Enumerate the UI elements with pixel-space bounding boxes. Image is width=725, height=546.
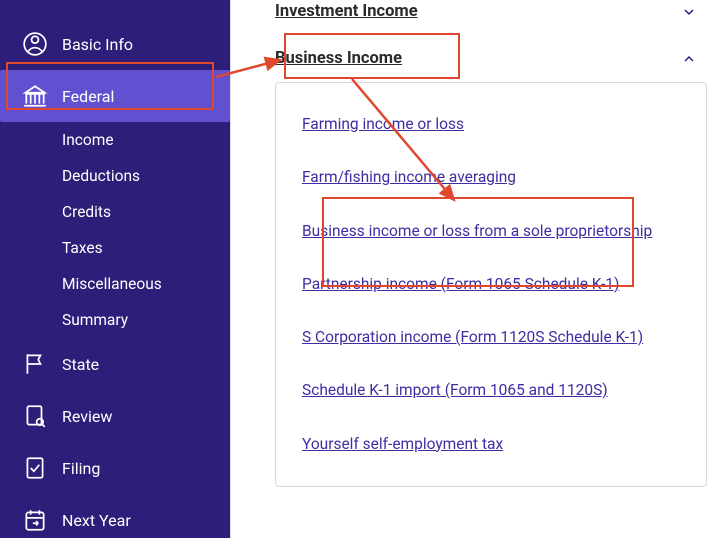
sidebar-item-review[interactable]: Review — [0, 390, 230, 442]
sidebar-item-state[interactable]: State — [0, 338, 230, 390]
section-title: Business Income — [275, 49, 402, 68]
subnav-item-credits[interactable]: Credits — [62, 194, 230, 230]
link-self-employment-tax[interactable]: Yourself self-employment tax — [302, 433, 680, 456]
business-income-body: Farming income or loss Farm/fishing inco… — [275, 82, 707, 487]
subnav-item-deductions[interactable]: Deductions — [62, 158, 230, 194]
link-farm-fishing-averaging[interactable]: Farm/fishing income averaging — [302, 166, 680, 189]
sidebar-item-label: Basic Info — [62, 35, 133, 54]
subnav-item-taxes[interactable]: Taxes — [62, 230, 230, 266]
subnav-item-summary[interactable]: Summary — [62, 302, 230, 338]
section-header-investment-income[interactable]: Investment Income — [231, 0, 725, 31]
sidebar-item-filing[interactable]: Filing — [0, 442, 230, 494]
sidebar-item-basic-info[interactable]: Basic Info — [0, 18, 230, 70]
calendar-forward-icon — [22, 507, 48, 533]
sidebar-item-label: Review — [62, 407, 112, 426]
link-farming-income[interactable]: Farming income or loss — [302, 113, 680, 136]
main-content: Investment Income Business Income Farmin… — [230, 0, 725, 538]
sidebar: Basic Info Federal Income Deductions Cre… — [0, 0, 230, 538]
document-search-icon — [22, 403, 48, 429]
section-header-business-income[interactable]: Business Income — [231, 31, 725, 78]
link-schedule-k1-import[interactable]: Schedule K-1 import (Form 1065 and 1120S… — [302, 379, 680, 402]
sidebar-item-label: Next Year — [62, 511, 131, 530]
chevron-up-icon — [681, 51, 697, 67]
federal-subnav: Income Deductions Credits Taxes Miscella… — [0, 122, 230, 338]
sidebar-item-federal[interactable]: Federal — [0, 70, 230, 122]
sidebar-item-label: Filing — [62, 459, 100, 478]
government-building-icon — [22, 83, 48, 109]
link-sole-proprietorship[interactable]: Business income or loss from a sole prop… — [302, 220, 680, 243]
subnav-item-income[interactable]: Income — [62, 122, 230, 158]
section-title: Investment Income — [275, 2, 418, 21]
subnav-item-miscellaneous[interactable]: Miscellaneous — [62, 266, 230, 302]
link-partnership-income[interactable]: Partnership income (Form 1065 Schedule K… — [302, 273, 680, 296]
sidebar-item-next-year[interactable]: Next Year — [0, 494, 230, 546]
sidebar-item-label: Federal — [62, 87, 114, 106]
flag-icon — [22, 351, 48, 377]
document-check-icon — [22, 455, 48, 481]
sidebar-item-label: State — [62, 355, 99, 374]
user-circle-icon — [22, 31, 48, 57]
chevron-down-icon — [681, 4, 697, 20]
link-s-corporation-income[interactable]: S Corporation income (Form 1120S Schedul… — [302, 326, 680, 349]
